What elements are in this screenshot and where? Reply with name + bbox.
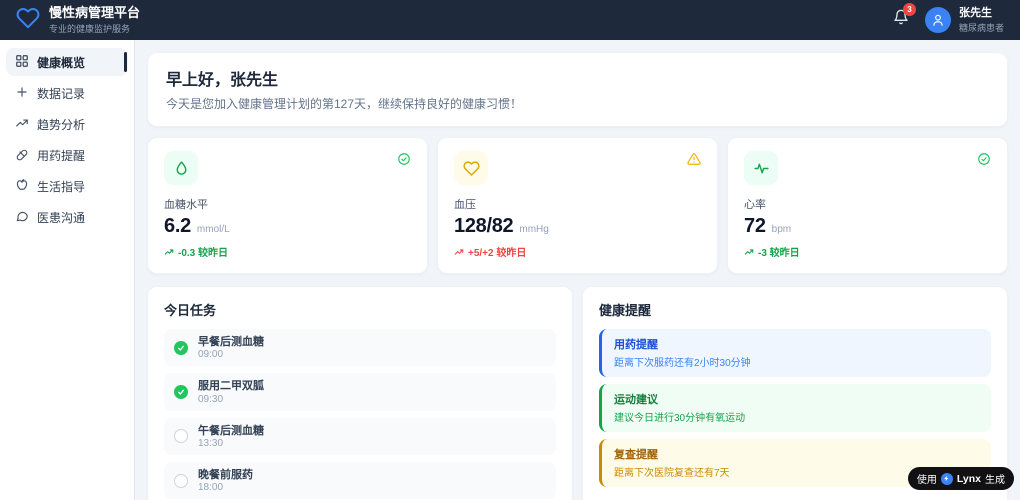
sidebar-item-doctor-chat[interactable]: 医患沟通 — [6, 203, 128, 231]
metric-card-blood-pressure[interactable]: 血压 128/82 mmHg +5/+2 较昨日 — [437, 137, 718, 274]
sidebar-item-trend-analysis[interactable]: 趋势分析 — [6, 110, 128, 138]
greeting-card: 早上好，张先生 今天是您加入健康管理计划的第127天，继续保持良好的健康习惯！ — [147, 52, 1008, 127]
app-title: 慢性病管理平台 — [49, 5, 141, 21]
user-role: 糖尿病患者 — [958, 22, 1004, 33]
badge-brand: Lynx — [956, 472, 981, 485]
metric-change: -0.3 较昨日 — [164, 244, 411, 259]
sidebar-item-health-overview[interactable]: 健康概览 — [6, 48, 128, 76]
trend-up-icon — [744, 248, 754, 255]
reminder-medication[interactable]: 用药提醒 距离下次服药还有2小时30分钟 — [599, 329, 991, 377]
notification-count-badge: 3 — [902, 3, 916, 17]
metric-value: 6.2 — [164, 215, 191, 237]
sidebar-item-label: 数据记录 — [37, 86, 86, 101]
metric-unit: mmHg — [519, 224, 549, 235]
metric-cards-row: 血糖水平 6.2 mmol/L -0.3 较昨日 血压 128/82 mmHg … — [147, 137, 1008, 274]
user-name: 张先生 — [958, 7, 992, 20]
apple-icon — [15, 178, 29, 195]
task-name: 晚餐前服药 — [198, 468, 253, 481]
task-row[interactable]: 早餐后测血糖 09:00 — [164, 329, 556, 367]
task-done-icon — [174, 384, 188, 399]
user-icon — [933, 14, 943, 26]
sidebar: 健康概览 数据记录 趋势分析 用药提醒 生活指导 医患沟通 — [0, 40, 135, 500]
sidebar-item-label: 医患沟通 — [37, 210, 86, 225]
task-name: 午餐后测血糖 — [198, 424, 264, 437]
metric-value: 128/82 — [454, 215, 514, 237]
task-time: 18:00 — [198, 482, 224, 494]
reminder-title: 用药提醒 — [614, 339, 658, 351]
app-header: 慢性病管理平台 专业的健康监护服务 3 张先生 糖尿病患者 — [0, 0, 1020, 40]
task-name: 早餐后测血糖 — [198, 336, 264, 348]
metric-card-heart-rate[interactable]: 心率 72 bpm -3 较昨日 — [727, 137, 1008, 274]
badge-suffix: 生成 — [985, 475, 1005, 486]
task-time: 13:30 — [198, 437, 224, 449]
metric-unit: bpm — [771, 224, 792, 235]
reminder-title: 运动建议 — [614, 394, 658, 406]
metric-unit: mmol/L — [196, 224, 230, 235]
heart-icon — [454, 151, 488, 185]
metric-change: -3 较昨日 — [744, 244, 991, 259]
reminder-text: 距离下次服药还有2小时30分钟 — [614, 358, 751, 369]
reminders-panel-title: 健康提醒 — [599, 303, 652, 318]
metric-label: 心率 — [744, 199, 766, 211]
task-row[interactable]: 午餐后测血糖 13:30 — [164, 417, 556, 455]
task-time: 09:30 — [198, 393, 224, 405]
droplet-icon — [164, 151, 198, 185]
lynx-generated-badge[interactable]: 使用 Lynx 生成 — [907, 467, 1014, 490]
brand: 慢性病管理平台 专业的健康监护服务 — [16, 5, 140, 34]
badge-prefix: 使用 — [916, 475, 937, 486]
metric-card-blood-sugar[interactable]: 血糖水平 6.2 mmol/L -0.3 较昨日 — [147, 137, 428, 274]
sidebar-item-data-records[interactable]: 数据记录 — [6, 79, 128, 107]
pill-icon — [15, 147, 29, 164]
reminder-exercise[interactable]: 运动建议 建议今日进行30分钟有氧运动 — [599, 384, 991, 432]
lynx-logo-icon — [940, 472, 953, 485]
task-time: 09:00 — [198, 349, 224, 361]
today-tasks-panel: 今日任务 早餐后测血糖 09:00 服用二甲双胍 09:30 午餐后测血糖 13… — [147, 286, 573, 500]
task-row[interactable]: 晚餐前服药 18:00 — [164, 461, 556, 500]
plus-icon — [15, 85, 29, 102]
greeting-title: 早上好，张先生 — [166, 72, 279, 89]
user-menu[interactable]: 张先生 糖尿病患者 — [924, 6, 1004, 33]
grid-icon — [15, 54, 29, 71]
chat-icon — [15, 209, 29, 226]
tasks-panel-title: 今日任务 — [164, 303, 217, 318]
sidebar-item-label: 健康概览 — [37, 55, 86, 70]
sidebar-item-medication-reminder[interactable]: 用药提醒 — [6, 141, 128, 169]
heart-logo-icon — [16, 6, 40, 35]
metric-label: 血压 — [454, 199, 476, 211]
main-content: 早上好，张先生 今天是您加入健康管理计划的第127天，继续保持良好的健康习惯！ … — [135, 40, 1020, 500]
task-row[interactable]: 服用二甲双胍 09:30 — [164, 373, 556, 411]
notifications-button[interactable]: 3 — [893, 3, 916, 30]
task-name: 服用二甲双胍 — [198, 380, 264, 393]
metric-label: 血糖水平 — [164, 199, 208, 211]
metric-change: +5/+2 较昨日 — [454, 244, 701, 259]
reminder-title: 复查提醒 — [614, 449, 658, 461]
check-circle-icon — [977, 152, 991, 171]
task-done-icon — [174, 340, 188, 355]
sidebar-item-label: 用药提醒 — [37, 148, 86, 163]
warning-triangle-icon — [687, 152, 701, 171]
greeting-subtitle: 今天是您加入健康管理计划的第127天，继续保持良好的健康习惯！ — [166, 97, 523, 111]
metric-value: 72 — [744, 215, 766, 237]
task-pending-icon — [174, 429, 188, 444]
sidebar-item-life-guidance[interactable]: 生活指导 — [6, 172, 128, 200]
trend-icon — [15, 116, 29, 133]
trend-up-icon — [454, 248, 464, 255]
avatar — [924, 6, 951, 33]
task-pending-icon — [174, 473, 188, 488]
pulse-icon — [744, 151, 778, 185]
sidebar-item-label: 趋势分析 — [37, 117, 86, 132]
check-circle-icon — [397, 152, 411, 171]
trend-up-icon — [164, 248, 174, 255]
reminder-text: 建议今日进行30分钟有氧运动 — [614, 413, 746, 424]
sidebar-item-label: 生活指导 — [37, 179, 86, 194]
app-subtitle: 专业的健康监护服务 — [49, 23, 131, 34]
